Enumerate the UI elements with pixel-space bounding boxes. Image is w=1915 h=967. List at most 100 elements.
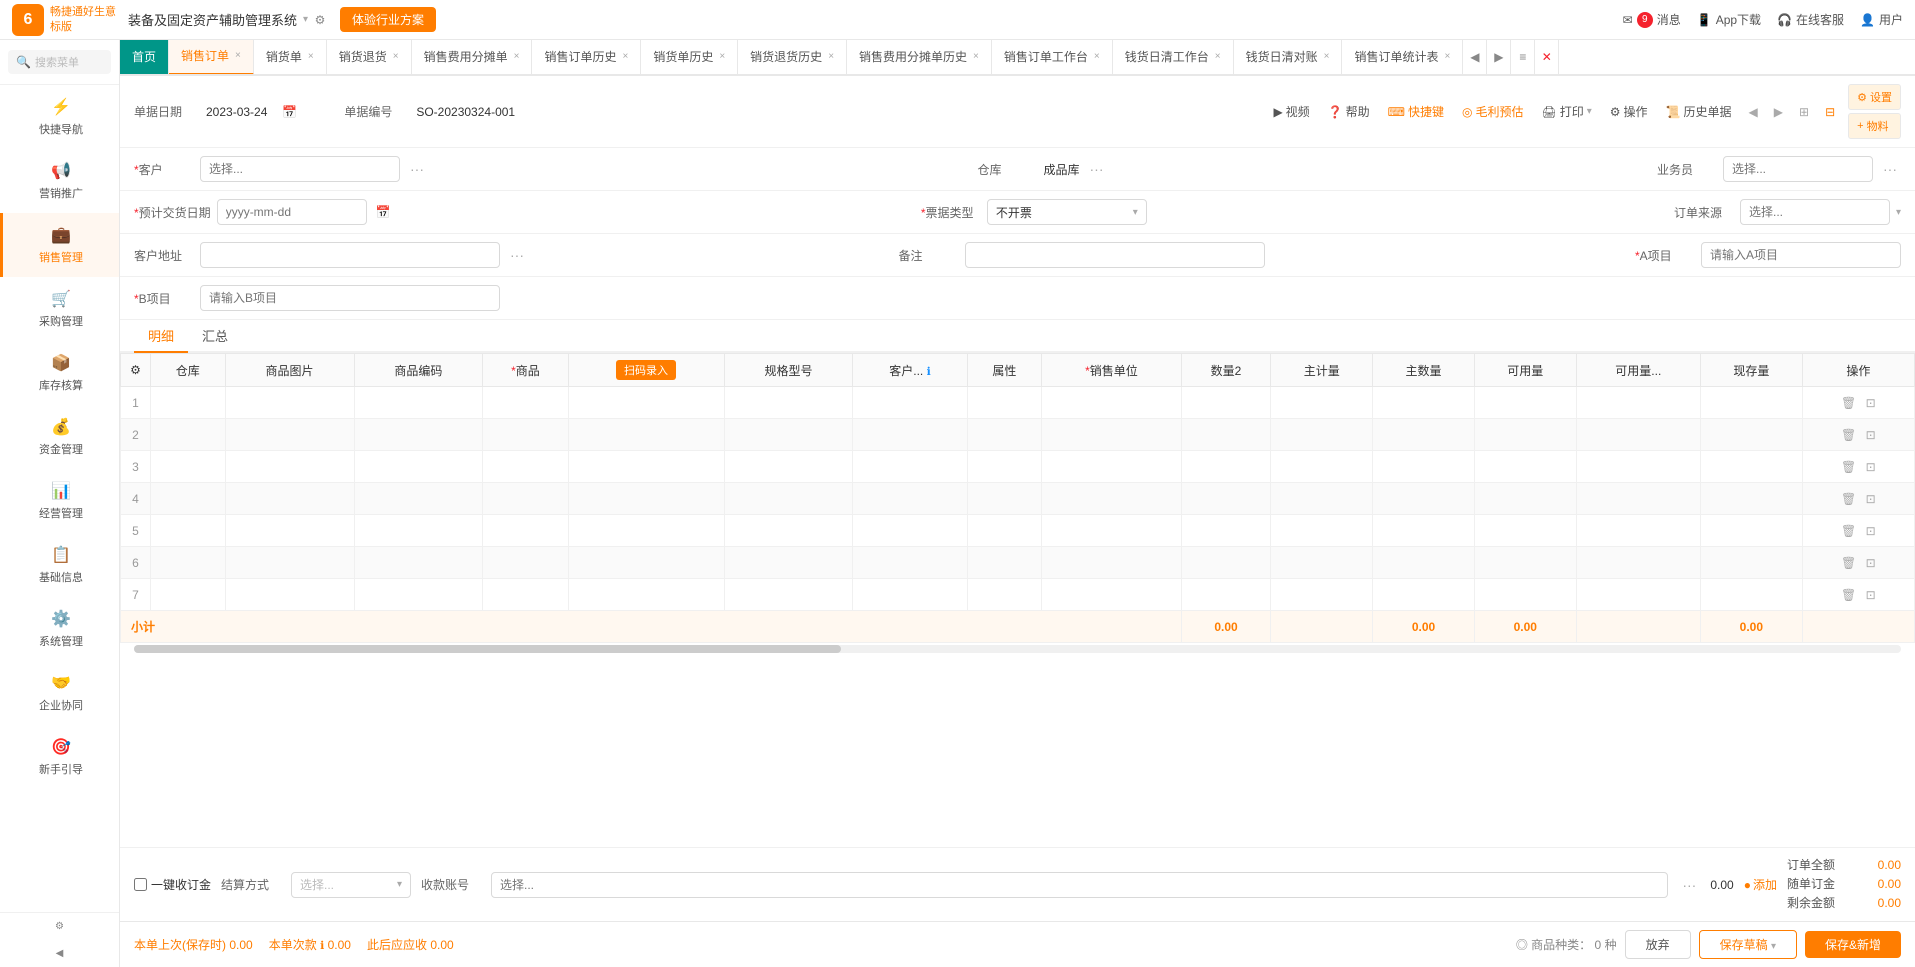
help-btn[interactable]: ❓ 帮助: [1324, 101, 1374, 122]
tab-sales-fee-hist[interactable]: 销售费用分摊单历史 ×: [847, 40, 992, 75]
view-btn[interactable]: ▶ 视频: [1269, 101, 1313, 122]
sidebar-item-purchase[interactable]: 🛒 采购管理: [0, 277, 119, 341]
a-project-input[interactable]: [1701, 242, 1901, 268]
tab-prev-btn[interactable]: ◀: [1463, 40, 1487, 75]
toolbar-grid-icon[interactable]: ⊞: [1796, 105, 1812, 119]
toolbar-next-icon[interactable]: ▶: [1771, 105, 1786, 119]
sidebar-settings-btn[interactable]: ⚙: [0, 913, 119, 940]
one-click-checkbox[interactable]: 一键收订金: [134, 876, 211, 893]
tab-sales-fee-split[interactable]: 销售费用分摊单 ×: [412, 40, 533, 75]
tab-close-all-btn[interactable]: ✕: [1535, 40, 1559, 75]
tab-close-icon[interactable]: ×: [828, 40, 834, 75]
scan-btn[interactable]: 扫码录入: [616, 360, 676, 380]
tab-close-icon[interactable]: ×: [235, 40, 241, 74]
tab-home[interactable]: 首页: [120, 40, 169, 75]
tab-cash-daily-check[interactable]: 钱货日清对账 ×: [1234, 40, 1343, 75]
tab-close-icon[interactable]: ×: [1215, 40, 1221, 75]
tab-sales-bill[interactable]: 销货单 ×: [254, 40, 327, 75]
toolbar-prev-icon[interactable]: ◀: [1746, 105, 1761, 119]
settings-side-btn[interactable]: ⚙ 设置: [1848, 84, 1901, 110]
row-copy-icon[interactable]: ⊡: [1863, 588, 1879, 602]
one-click-input[interactable]: [134, 878, 147, 891]
tab-sales-return[interactable]: 销货退货 ×: [327, 40, 412, 75]
user-avatar[interactable]: 👤 用户: [1860, 11, 1903, 28]
tab-cash-daily-work[interactable]: 钱货日清工作台 ×: [1113, 40, 1234, 75]
settings-icon[interactable]: ⚙: [308, 8, 332, 32]
remark-input[interactable]: [965, 242, 1265, 268]
tab-sales-order-work[interactable]: 销售订单工作台 ×: [992, 40, 1113, 75]
tab-close-icon[interactable]: ×: [308, 40, 314, 75]
tab-close-icon[interactable]: ×: [719, 40, 725, 75]
invoice-select[interactable]: 不开票 ▾: [987, 199, 1147, 225]
sub-tab-summary[interactable]: 汇总: [188, 320, 242, 353]
sidebar-item-sales[interactable]: 💼 销售管理: [0, 213, 119, 277]
staff-input[interactable]: [1723, 156, 1873, 182]
row-delete-icon[interactable]: 🗑: [1838, 396, 1859, 410]
sidebar-search[interactable]: 🔍 搜索菜单: [0, 40, 119, 85]
customer-address-input[interactable]: [200, 242, 500, 268]
row-copy-icon[interactable]: ⊡: [1863, 428, 1879, 442]
message-btn[interactable]: ✉ 9 消息: [1623, 11, 1681, 28]
horizontal-scrollbar[interactable]: [134, 645, 1901, 653]
order-source-input[interactable]: [1740, 199, 1890, 225]
account-input[interactable]: [491, 872, 1668, 898]
row-copy-icon[interactable]: ⊡: [1863, 396, 1879, 410]
sidebar-item-marketing[interactable]: 📢 营销推广: [0, 149, 119, 213]
row-copy-icon[interactable]: ⊡: [1863, 524, 1879, 538]
row-copy-icon[interactable]: ⊡: [1863, 556, 1879, 570]
sub-tab-detail[interactable]: 明细: [134, 320, 188, 353]
save-new-btn[interactable]: 保存&新增: [1805, 931, 1901, 958]
sidebar-item-cooperation[interactable]: 🤝 企业协同: [0, 661, 119, 725]
tab-sales-order-hist[interactable]: 销售订单历史 ×: [532, 40, 641, 75]
sidebar-item-finance[interactable]: 💰 资金管理: [0, 405, 119, 469]
add-btn[interactable]: ● 添加: [1744, 876, 1777, 893]
tab-sales-return-hist[interactable]: 销货退货历史 ×: [738, 40, 847, 75]
address-ellipsis-icon[interactable]: ···: [506, 247, 528, 263]
row-copy-icon[interactable]: ⊡: [1863, 460, 1879, 474]
expected-date-input[interactable]: [217, 199, 367, 225]
sidebar-item-inventory[interactable]: 📦 库存核算: [0, 341, 119, 405]
tab-close-icon[interactable]: ×: [1324, 40, 1330, 75]
save-draft-btn[interactable]: 保存草稿 ▾: [1699, 930, 1797, 959]
tab-sales-bill-hist[interactable]: 销货单历史 ×: [641, 40, 738, 75]
industry-btn[interactable]: 体验行业方案: [340, 7, 436, 32]
tab-close-icon[interactable]: ×: [973, 40, 979, 75]
col-settings[interactable]: ⚙: [121, 354, 151, 387]
history-btn[interactable]: 📜 历史单据: [1662, 101, 1736, 122]
tab-close-icon[interactable]: ×: [1444, 40, 1450, 75]
online-service-btn[interactable]: 🎧 在线客服: [1777, 11, 1844, 28]
row-delete-icon[interactable]: 🗑: [1838, 492, 1859, 506]
sidebar-item-base-info[interactable]: 📋 基础信息: [0, 533, 119, 597]
tab-next-btn[interactable]: ▶: [1487, 40, 1511, 75]
row-delete-icon[interactable]: 🗑: [1838, 524, 1859, 538]
sidebar-item-guide[interactable]: 🎯 新手引导: [0, 725, 119, 789]
calendar-icon[interactable]: 📅: [279, 105, 300, 119]
tab-close-icon[interactable]: ×: [393, 40, 399, 75]
tab-close-icon[interactable]: ×: [1094, 40, 1100, 75]
tab-menu-btn[interactable]: ≡: [1511, 40, 1535, 75]
tab-close-icon[interactable]: ×: [622, 40, 628, 75]
sidebar-item-operations[interactable]: 📊 经营管理: [0, 469, 119, 533]
row-delete-icon[interactable]: 🗑: [1838, 588, 1859, 602]
print-btn[interactable]: 🖨 打印 ▾: [1538, 101, 1596, 122]
app-download-btn[interactable]: 📱 App下载: [1697, 11, 1761, 28]
tab-close-icon[interactable]: ×: [514, 40, 520, 75]
sidebar-item-system[interactable]: ⚙️ 系统管理: [0, 597, 119, 661]
b-project-input[interactable]: [200, 285, 500, 311]
tab-sales-order-stat[interactable]: 销售订单统计表 ×: [1342, 40, 1463, 75]
sidebar-item-quick-nav[interactable]: ⚡ 快捷导航: [0, 85, 119, 149]
tab-sales-order[interactable]: 销售订单 ×: [169, 40, 254, 75]
toolbar-list-icon[interactable]: ⊟: [1822, 105, 1838, 119]
customer-input[interactable]: [200, 156, 400, 182]
profit-estimate-btn[interactable]: ◎ 毛利预估: [1458, 101, 1528, 122]
operation-btn[interactable]: ⚙ 操作: [1606, 101, 1652, 122]
staff-ellipsis-icon[interactable]: ···: [1879, 161, 1901, 177]
account-ellipsis-icon[interactable]: ···: [1678, 877, 1700, 893]
row-delete-icon[interactable]: 🗑: [1838, 428, 1859, 442]
payment-select[interactable]: 选择... ▾: [291, 872, 411, 898]
warehouse-ellipsis-icon[interactable]: ···: [1086, 161, 1108, 177]
row-delete-icon[interactable]: 🗑: [1838, 556, 1859, 570]
sidebar-collapse-btn[interactable]: ◀: [0, 940, 119, 967]
material-side-btn[interactable]: + 物料: [1848, 113, 1901, 139]
shortcut-btn[interactable]: ⌨ 快捷键: [1384, 101, 1448, 122]
